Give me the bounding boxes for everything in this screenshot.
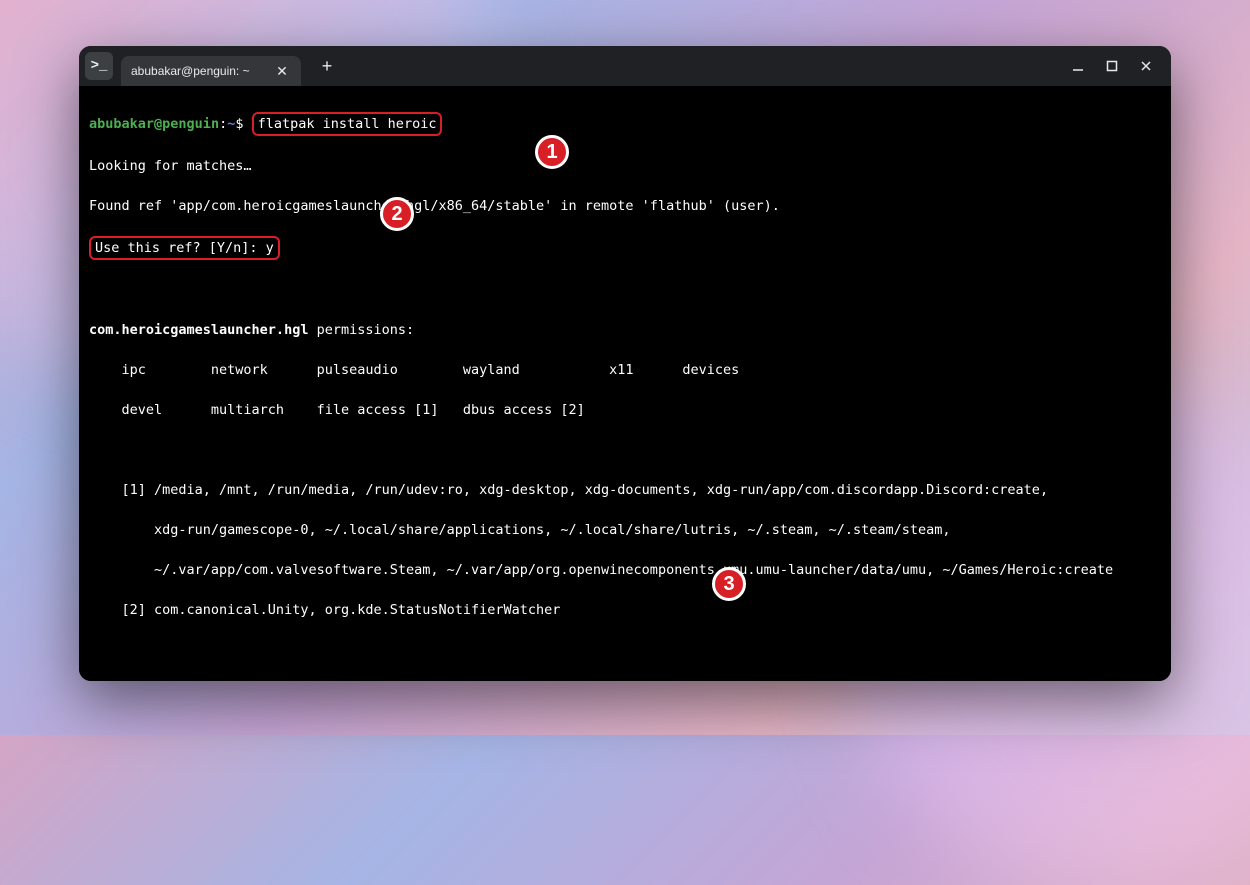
prompt-icon: >_ <box>91 58 108 74</box>
close-window-button[interactable] <box>1129 52 1163 80</box>
prompt-user: abubakar <box>89 116 154 132</box>
prompt-host: penguin <box>162 116 219 132</box>
command-text: flatpak install heroic <box>258 116 437 132</box>
close-tab-icon[interactable]: ✕ <box>273 62 291 80</box>
package-name: com.heroicgameslauncher.hgl <box>89 322 308 338</box>
annotation-1: 1 <box>535 135 569 169</box>
highlight-useref: Use this ref? [Y/n]: y <box>89 236 280 260</box>
maximize-button[interactable] <box>1095 52 1129 80</box>
output-line: Looking for matches… <box>89 156 1161 176</box>
highlight-command: flatpak install heroic <box>252 112 443 136</box>
tab-title: abubakar@penguin: ~ <box>131 64 273 78</box>
tab-terminal[interactable]: abubakar@penguin: ~ ✕ <box>121 56 301 86</box>
terminal-body[interactable]: abubakar@penguin:~$ flatpak install hero… <box>79 86 1171 681</box>
annotation-3: 3 <box>712 567 746 601</box>
permissions-row: devel multiarch file access [1] dbus acc… <box>89 400 1161 420</box>
file-access-line: xdg-run/gamescope-0, ~/.local/share/appl… <box>89 520 1161 540</box>
titlebar: >_ abubakar@penguin: ~ ✕ + <box>79 46 1171 86</box>
dbus-access-line: [2] com.canonical.Unity, org.kde.StatusN… <box>89 600 1161 620</box>
permissions-row: ipc network pulseaudio wayland x11 devic… <box>89 360 1161 380</box>
terminal-app-icon: >_ <box>85 52 113 80</box>
annotation-2: 2 <box>380 197 414 231</box>
minimize-button[interactable] <box>1061 52 1095 80</box>
terminal-window: >_ abubakar@penguin: ~ ✕ + abubakar@peng… <box>79 46 1171 681</box>
useref-text: Use this ref? [Y/n]: y <box>95 240 274 256</box>
output-line: Found ref 'app/com.heroicgameslauncher.h… <box>89 196 1161 216</box>
file-access-line: ~/.var/app/com.valvesoftware.Steam, ~/.v… <box>89 560 1161 580</box>
new-tab-button[interactable]: + <box>313 52 341 80</box>
file-access-line: [1] /media, /mnt, /run/media, /run/udev:… <box>89 480 1161 500</box>
